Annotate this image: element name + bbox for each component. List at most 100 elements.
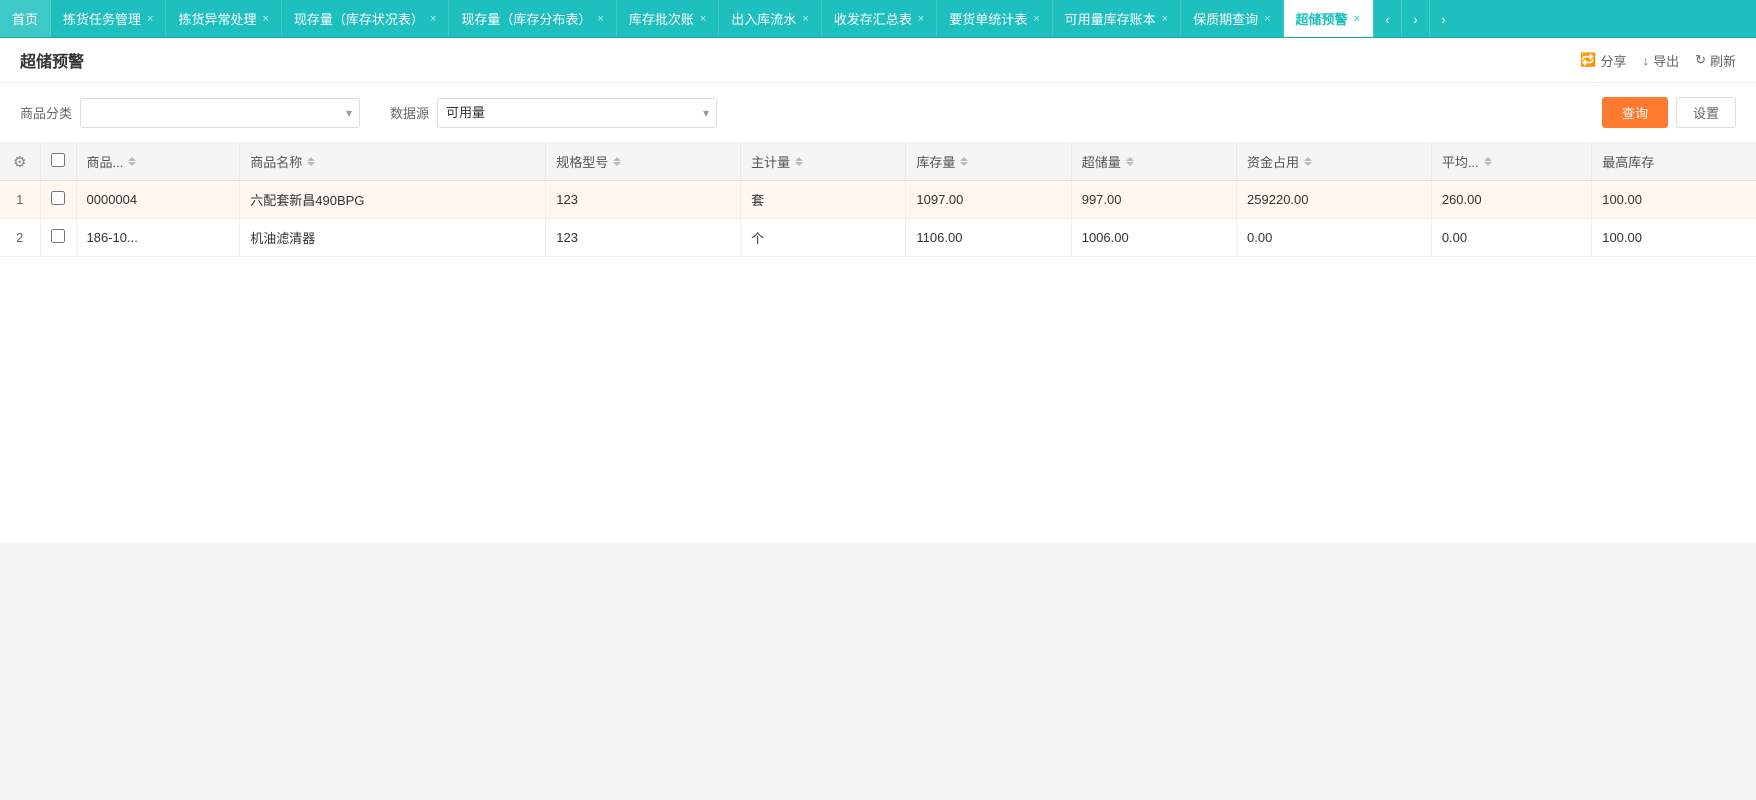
- datasource-select-wrapper: 可用量 ▾: [437, 98, 717, 128]
- filter-buttons: 查询 设置: [1602, 97, 1736, 128]
- content-wrapper: ⚙ 商品...: [0, 143, 1756, 543]
- share-button[interactable]: 🔁 分享: [1580, 51, 1626, 70]
- nav-close-batch[interactable]: ×: [700, 13, 706, 25]
- nav-close-usable-stock[interactable]: ×: [1162, 13, 1168, 25]
- export-icon: ↓: [1643, 53, 1650, 68]
- row-checkbox[interactable]: [51, 229, 65, 243]
- gear-icon[interactable]: ⚙: [13, 154, 26, 171]
- table-row: 2 186-10... 机油滤清器 123 个 1106.00 1006.00 …: [0, 219, 1756, 257]
- category-label: 商品分类: [20, 103, 72, 122]
- cell-avg: 260.00: [1431, 181, 1591, 219]
- cell-no: 1: [0, 181, 40, 219]
- th-avg[interactable]: 平均...: [1431, 143, 1591, 181]
- page-header: 超储预警 🔁 分享 ↓ 导出 ↻ 刷新: [0, 38, 1756, 83]
- nav-order-stats[interactable]: 要货单统计表 ×: [937, 0, 1052, 37]
- category-select-wrapper: ▾: [80, 98, 360, 128]
- th-check: [40, 143, 76, 181]
- cell-spec: 123: [546, 219, 741, 257]
- category-select[interactable]: [80, 98, 360, 128]
- export-button[interactable]: ↓ 导出: [1643, 51, 1680, 70]
- cell-unit: 个: [741, 219, 906, 257]
- cell-max-stock: 100.00: [1592, 181, 1756, 219]
- nav-recv-send[interactable]: 收发存汇总表 ×: [822, 0, 937, 37]
- top-navigation: 首页 拣货任务管理 × 拣货异常处理 × 现存量（库存状况表） × 现存量（库存…: [0, 0, 1756, 38]
- filter-area: 商品分类 ▾ 数据源 可用量 ▾ 查询 设置: [0, 83, 1756, 143]
- settings-button[interactable]: 设置: [1676, 97, 1736, 128]
- table-header-row: ⚙ 商品...: [0, 143, 1756, 181]
- nav-close-recv-send[interactable]: ×: [918, 13, 924, 25]
- table-row: 1 0000004 六配套新昌490BPG 123 套 1097.00 997.…: [0, 181, 1756, 219]
- nav-next-arrow[interactable]: ›: [1401, 0, 1429, 37]
- nav-stock-dist[interactable]: 现存量（库存分布表） ×: [449, 0, 616, 37]
- cell-no: 2: [0, 219, 40, 257]
- cell-sku-name: 机油滤清器: [240, 219, 546, 257]
- nav-stock-status[interactable]: 现存量（库存状况表） ×: [282, 0, 449, 37]
- refresh-button[interactable]: ↻ 刷新: [1695, 51, 1736, 70]
- header-actions: 🔁 分享 ↓ 导出 ↻ 刷新: [1580, 51, 1736, 70]
- datasource-label: 数据源: [390, 103, 429, 122]
- sort-unit: [795, 157, 803, 166]
- nav-pick-exception[interactable]: 拣货异常处理 ×: [166, 0, 281, 37]
- th-stock[interactable]: 库存量: [906, 143, 1071, 181]
- th-max-stock: 最高库存: [1592, 143, 1756, 181]
- sort-overflow: [1126, 157, 1134, 166]
- nav-close-order-stats[interactable]: ×: [1033, 13, 1039, 25]
- page-title: 超储预警: [20, 48, 84, 72]
- nav-home[interactable]: 首页: [0, 0, 51, 37]
- nav-batch[interactable]: 库存批次账 ×: [617, 0, 719, 37]
- nav-pick-task[interactable]: 拣货任务管理 ×: [51, 0, 166, 37]
- sort-capital: [1304, 157, 1312, 166]
- datasource-filter: 数据源 可用量 ▾: [390, 98, 717, 128]
- nav-close-expiry[interactable]: ×: [1264, 13, 1270, 25]
- nav-close-overstock[interactable]: ×: [1354, 13, 1360, 25]
- nav-expiry[interactable]: 保质期查询 ×: [1181, 0, 1283, 37]
- cell-stock: 1106.00: [906, 219, 1071, 257]
- cell-sku-name: 六配套新昌490BPG: [240, 181, 546, 219]
- cell-sku-code: 186-10...: [76, 219, 240, 257]
- nav-close-pick-exception[interactable]: ×: [262, 13, 268, 25]
- cell-overflow: 1006.00: [1071, 219, 1236, 257]
- cell-stock: 1097.00: [906, 181, 1071, 219]
- cell-avg: 0.00: [1431, 219, 1591, 257]
- sort-sku-code: [128, 157, 136, 166]
- cell-check[interactable]: [40, 181, 76, 219]
- th-overflow[interactable]: 超储量: [1071, 143, 1236, 181]
- nav-expand-arrow[interactable]: ›: [1429, 0, 1457, 37]
- table-area: ⚙ 商品...: [0, 143, 1756, 257]
- nav-inout-flow[interactable]: 出入库流水 ×: [719, 0, 821, 37]
- sort-stock: [960, 157, 968, 166]
- table-body: 1 0000004 六配套新昌490BPG 123 套 1097.00 997.…: [0, 181, 1756, 257]
- cell-capital: 259220.00: [1237, 181, 1432, 219]
- th-no: ⚙: [0, 143, 40, 181]
- refresh-icon: ↻: [1695, 52, 1706, 68]
- cell-max-stock: 100.00: [1592, 219, 1756, 257]
- category-filter: 商品分类 ▾: [20, 98, 360, 128]
- nav-close-stock-dist[interactable]: ×: [597, 13, 603, 25]
- th-spec[interactable]: 规格型号: [546, 143, 741, 181]
- cell-check[interactable]: [40, 219, 76, 257]
- sort-sku-name: [307, 157, 315, 166]
- nav-prev-arrow[interactable]: ‹: [1373, 0, 1401, 37]
- th-unit[interactable]: 主计量: [741, 143, 906, 181]
- select-all-checkbox[interactable]: [51, 153, 65, 167]
- datasource-select[interactable]: 可用量: [437, 98, 717, 128]
- sort-avg: [1484, 157, 1492, 166]
- nav-usable-stock[interactable]: 可用量库存账本 ×: [1053, 0, 1181, 37]
- row-checkbox[interactable]: [51, 191, 65, 205]
- cell-spec: 123: [546, 181, 741, 219]
- nav-overstock[interactable]: 超储预警 ×: [1284, 0, 1373, 37]
- query-button[interactable]: 查询: [1602, 97, 1668, 128]
- th-sku-name[interactable]: 商品名称: [240, 143, 546, 181]
- data-table: ⚙ 商品...: [0, 143, 1756, 257]
- cell-sku-code: 0000004: [76, 181, 240, 219]
- nav-close-inout-flow[interactable]: ×: [802, 13, 808, 25]
- cell-unit: 套: [741, 181, 906, 219]
- cell-overflow: 997.00: [1071, 181, 1236, 219]
- th-capital[interactable]: 资金占用: [1237, 143, 1432, 181]
- share-icon: 🔁: [1580, 52, 1596, 68]
- cell-capital: 0.00: [1237, 219, 1432, 257]
- nav-close-stock-status[interactable]: ×: [430, 13, 436, 25]
- th-sku-code[interactable]: 商品...: [76, 143, 240, 181]
- sort-spec: [613, 157, 621, 166]
- nav-close-pick-task[interactable]: ×: [147, 13, 153, 25]
